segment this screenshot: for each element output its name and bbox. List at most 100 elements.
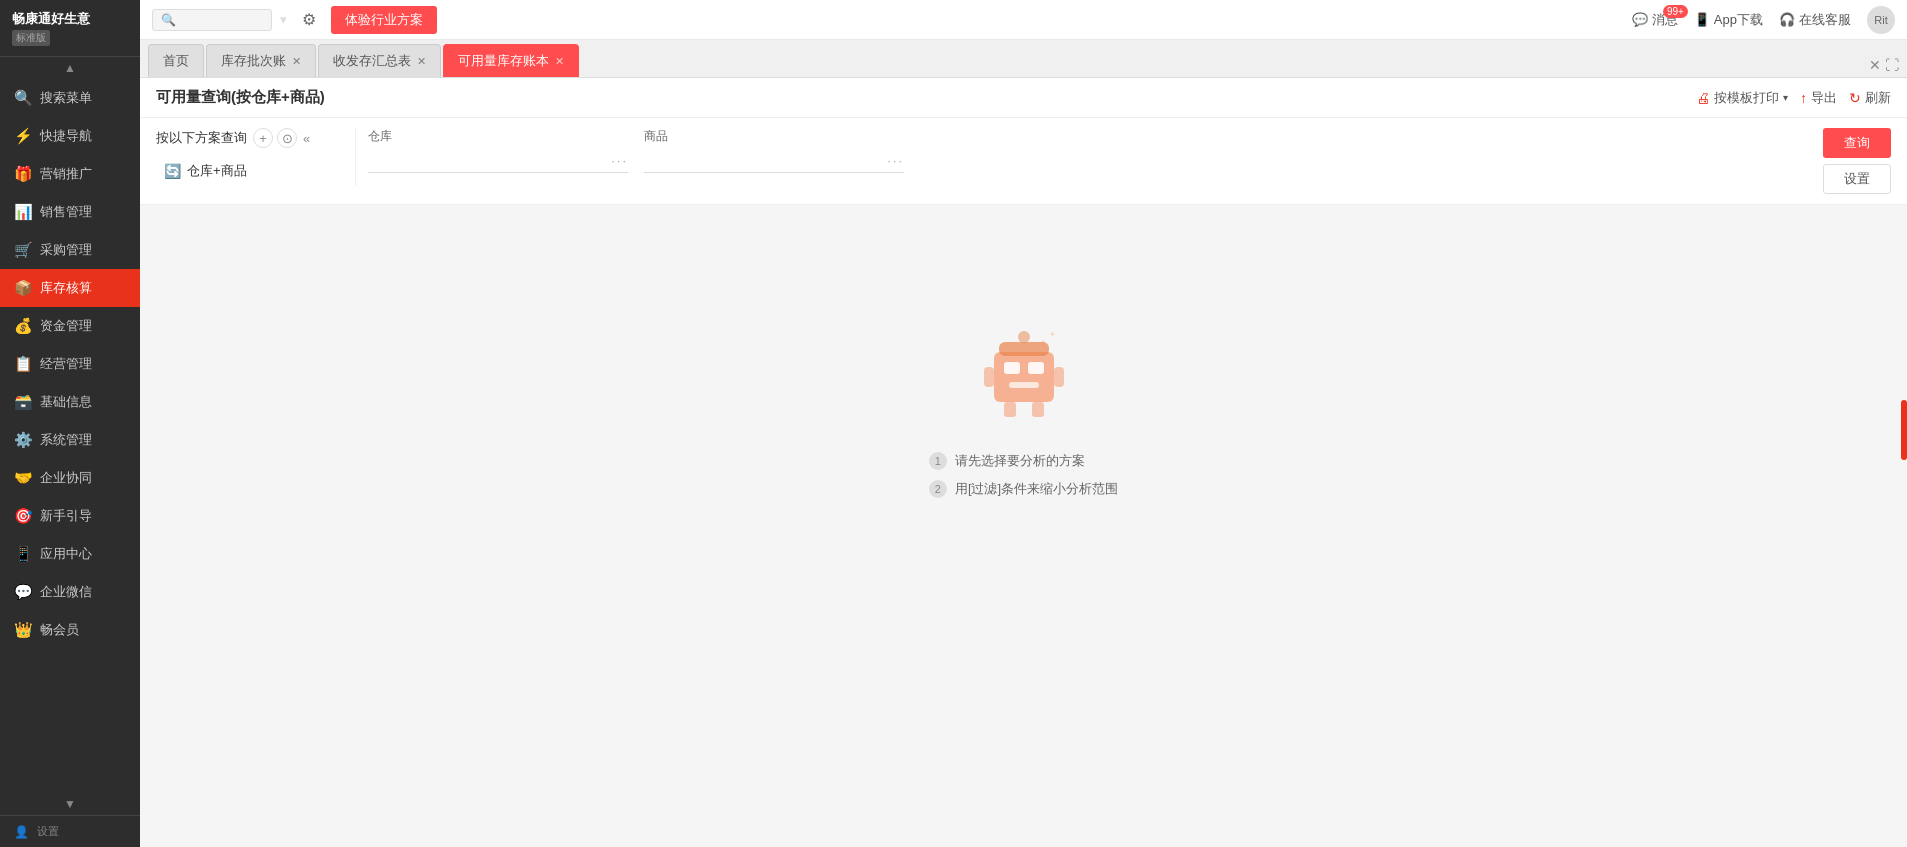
empty-illustration-svg: ✦ ✦ [964, 312, 1084, 432]
version-tag: 标准版 [12, 30, 50, 46]
tab-receipt-summary-close[interactable]: ✕ [417, 55, 426, 68]
online-service-btn[interactable]: 🎧 在线客服 [1779, 11, 1851, 29]
user-name: Rit [1874, 14, 1887, 26]
sidebar-item-newbie[interactable]: 🎯 新手引导 [0, 497, 140, 535]
settings-btn[interactable]: 设置 [1823, 164, 1891, 194]
topbar-gear-btn[interactable]: ⚙ [295, 6, 323, 34]
goods-filter: 商品 ··· [644, 128, 904, 173]
sidebar-item-operation[interactable]: 📋 经营管理 [0, 345, 140, 383]
sidebar-item-quick-nav[interactable]: ⚡ 快捷导航 [0, 117, 140, 155]
tip-number-2: 2 [929, 480, 947, 498]
empty-tip-2: 2 用[过滤]条件来缩小分析范围 [929, 480, 1118, 498]
sidebar-label-inventory: 库存核算 [40, 279, 92, 297]
add-scheme-btn[interactable]: + [253, 128, 273, 148]
sidebar-scroll-down[interactable]: ▼ [0, 793, 140, 815]
sidebar-label-system: 系统管理 [40, 431, 92, 449]
marketing-icon: 🎁 [14, 165, 32, 183]
svg-rect-7 [1032, 402, 1044, 417]
export-label: 导出 [1811, 89, 1837, 107]
export-btn[interactable]: ↑ 导出 [1800, 89, 1837, 107]
print-btn[interactable]: 🖨 按模板打印 ▾ [1696, 89, 1788, 107]
scheme-panel: 按以下方案查询 + ⊙ « 🔄 仓库+商品 [156, 128, 356, 186]
sidebar-item-vip[interactable]: 👑 畅会员 [0, 611, 140, 649]
sidebar-item-purchase[interactable]: 🛒 采购管理 [0, 231, 140, 269]
system-icon: ⚙️ [14, 431, 32, 449]
purchase-icon: 🛒 [14, 241, 32, 259]
export-icon: ↑ [1800, 90, 1807, 106]
tab-available-book-close[interactable]: ✕ [555, 55, 564, 68]
tip-text-1: 请先选择要分析的方案 [955, 452, 1085, 470]
sidebar-label-sales: 销售管理 [40, 203, 92, 221]
tab-close-all-icon[interactable]: ✕ [1869, 57, 1881, 73]
svg-rect-4 [984, 367, 994, 387]
svg-rect-0 [994, 352, 1054, 402]
scheme-item-warehouse-goods[interactable]: 🔄 仓库+商品 [156, 156, 343, 186]
collapse-btn[interactable]: « [303, 131, 310, 146]
tab-batch-account-close[interactable]: ✕ [292, 55, 301, 68]
quick-nav-icon: ⚡ [14, 127, 32, 145]
sidebar-item-enterprise[interactable]: 🤝 企业协同 [0, 459, 140, 497]
empty-tip-1: 1 请先选择要分析的方案 [929, 452, 1118, 470]
sidebar-label-wechat: 企业微信 [40, 583, 92, 601]
message-btn[interactable]: 💬 消息 99+ [1632, 11, 1678, 29]
tab-batch-account[interactable]: 库存批次账 ✕ [206, 44, 316, 77]
refresh-btn[interactable]: ↻ 刷新 [1849, 89, 1891, 107]
vip-icon: 👑 [14, 621, 32, 639]
page-header: 可用量查询(按仓库+商品) 🖨 按模板打印 ▾ ↑ 导出 ↻ 刷新 [140, 78, 1907, 118]
sidebar-label-search: 搜索菜单 [40, 89, 92, 107]
sidebar-scroll-up[interactable]: ▲ [0, 57, 140, 79]
scheme-actions: + ⊙ [253, 128, 297, 148]
main-area: 🔍 ▾ ⚙ 体验行业方案 💬 消息 99+ 📱 App下载 🎧 在线客服 Rit [140, 0, 1907, 847]
empty-illustration: ✦ ✦ [964, 312, 1084, 432]
tab-receipt-summary[interactable]: 收发存汇总表 ✕ [318, 44, 441, 77]
sidebar-header: 畅康通好生意 标准版 [0, 0, 140, 57]
scheme-item-icon: 🔄 [164, 163, 181, 179]
tabbar-actions: ✕ ⛶ [1869, 57, 1899, 77]
query-section: 按以下方案查询 + ⊙ « 🔄 仓库+商品 仓库 [140, 118, 1907, 205]
tab-expand-icon[interactable]: ⛶ [1885, 57, 1899, 73]
tab-home[interactable]: 首页 [148, 44, 204, 77]
sidebar-label-quick-nav: 快捷导航 [40, 127, 92, 145]
sidebar-item-appstore[interactable]: 📱 应用中心 [0, 535, 140, 573]
sidebar-label-newbie: 新手引导 [40, 507, 92, 525]
warehouse-input[interactable] [368, 153, 607, 168]
sidebar-item-marketing[interactable]: 🎁 营销推广 [0, 155, 140, 193]
topbar-search-box[interactable]: 🔍 [152, 9, 272, 31]
online-service-label: 在线客服 [1799, 11, 1851, 29]
goods-label: 商品 [644, 128, 904, 145]
goods-dots[interactable]: ··· [887, 153, 904, 168]
tab-available-book[interactable]: 可用量库存账本 ✕ [443, 44, 579, 77]
sidebar-item-wechat[interactable]: 💬 企业微信 [0, 573, 140, 611]
scheme-item-label: 仓库+商品 [187, 162, 247, 180]
company-name: 畅康通好生意 [12, 10, 128, 28]
query-btn[interactable]: 查询 [1823, 128, 1891, 158]
user-icon: 👤 [14, 825, 29, 839]
content-area: 可用量查询(按仓库+商品) 🖨 按模板打印 ▾ ↑ 导出 ↻ 刷新 [140, 78, 1907, 847]
sidebar-footer: 👤 设置 [0, 815, 140, 847]
print-dropdown-icon[interactable]: ▾ [1783, 92, 1788, 103]
right-scrollbar[interactable] [1901, 400, 1907, 460]
trial-btn[interactable]: 体验行业方案 [331, 6, 437, 34]
sidebar-item-system[interactable]: ⚙️ 系统管理 [0, 421, 140, 459]
sidebar-item-finance[interactable]: 💰 资金管理 [0, 307, 140, 345]
finance-icon: 💰 [14, 317, 32, 335]
scheme-header-label: 按以下方案查询 [156, 129, 247, 147]
sidebar-item-sales[interactable]: 📊 销售管理 [0, 193, 140, 231]
wechat-icon: 💬 [14, 583, 32, 601]
topbar-search-input[interactable] [180, 13, 260, 27]
goods-input-box: ··· [644, 149, 904, 173]
config-scheme-btn[interactable]: ⊙ [277, 128, 297, 148]
sidebar-item-inventory[interactable]: 📦 库存核算 [0, 269, 140, 307]
sidebar-label-appstore: 应用中心 [40, 545, 92, 563]
user-profile-btn[interactable]: Rit [1867, 6, 1895, 34]
footer-text: 设置 [37, 824, 59, 839]
topbar-search-icon: 🔍 [161, 13, 176, 27]
warehouse-dots[interactable]: ··· [611, 153, 628, 168]
operation-icon: 📋 [14, 355, 32, 373]
sidebar-item-search[interactable]: 🔍 搜索菜单 [0, 79, 140, 117]
sidebar-item-basic[interactable]: 🗃️ 基础信息 [0, 383, 140, 421]
newbie-icon: 🎯 [14, 507, 32, 525]
message-icon: 💬 [1632, 12, 1648, 27]
app-download-btn[interactable]: 📱 App下载 [1694, 11, 1763, 29]
goods-input[interactable] [644, 153, 883, 168]
